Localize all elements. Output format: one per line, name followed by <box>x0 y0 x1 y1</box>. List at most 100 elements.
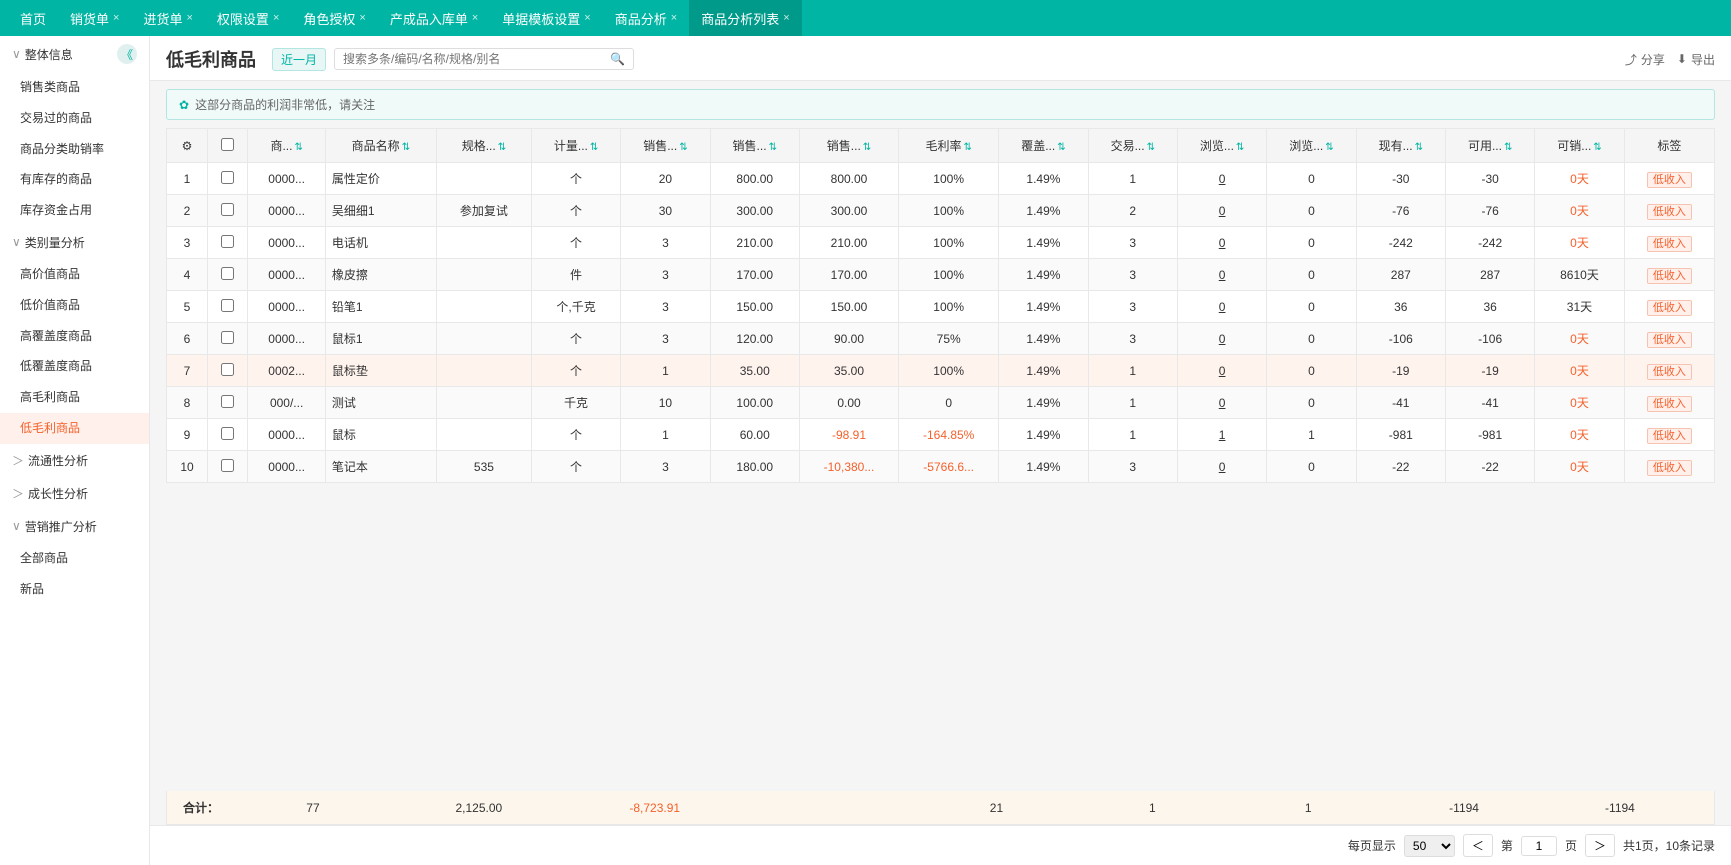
sidebar-item-high-value[interactable]: 高价值商品 <box>0 259 149 290</box>
sidebar-item-all-goods[interactable]: 全部商品 <box>0 543 149 574</box>
cell-name[interactable]: 鼠标垫 <box>325 355 436 387</box>
close-icon[interactable]: × <box>671 12 677 24</box>
col-trade[interactable]: 交易...⇅ <box>1088 129 1177 163</box>
sidebar-item-low-coverage[interactable]: 低覆盖度商品 <box>0 351 149 382</box>
cell-name[interactable]: 吴细细1 <box>325 195 436 227</box>
cell-checkbox[interactable] <box>208 291 248 323</box>
cell-checkbox[interactable] <box>208 227 248 259</box>
search-icon[interactable]: 🔍 <box>610 52 625 66</box>
cell-view1[interactable]: 0 <box>1177 323 1266 355</box>
sidebar-group-category[interactable]: ∨ 类别量分析 <box>0 226 149 259</box>
nav-item-roles[interactable]: 角色授权 × <box>291 0 377 36</box>
col-tag[interactable]: 标签 <box>1624 129 1714 163</box>
page-number-input[interactable] <box>1521 836 1557 856</box>
cell-view1[interactable]: 0 <box>1177 227 1266 259</box>
close-icon[interactable]: × <box>359 12 365 24</box>
row-checkbox[interactable] <box>221 299 234 312</box>
col-checkbox[interactable] <box>208 129 248 163</box>
cell-view1[interactable]: 0 <box>1177 163 1266 195</box>
close-icon[interactable]: × <box>783 12 789 24</box>
row-checkbox[interactable] <box>221 267 234 280</box>
cell-view1[interactable]: 0 <box>1177 195 1266 227</box>
col-sales-qty[interactable]: 销售...⇅ <box>621 129 710 163</box>
col-sales-price[interactable]: 销售...⇅ <box>710 129 799 163</box>
cell-name[interactable]: 笔记本 <box>325 451 436 483</box>
select-all-checkbox[interactable] <box>221 138 234 151</box>
cell-name[interactable]: 鼠标1 <box>325 323 436 355</box>
search-input[interactable] <box>343 52 610 66</box>
sidebar-group-liquidity[interactable]: ＞ 流通性分析 <box>0 444 149 477</box>
nav-item-home[interactable]: 首页 <box>8 0 58 36</box>
nav-item-permissions[interactable]: 权限设置 × <box>205 0 291 36</box>
row-checkbox[interactable] <box>221 331 234 344</box>
col-sellable[interactable]: 可销...⇅ <box>1535 129 1624 163</box>
cell-name[interactable]: 电话机 <box>325 227 436 259</box>
cell-checkbox[interactable] <box>208 419 248 451</box>
cell-name[interactable]: 属性定价 <box>325 163 436 195</box>
nav-item-product-entry[interactable]: 产成品入库单 × <box>378 0 490 36</box>
col-view1[interactable]: 浏览...⇅ <box>1177 129 1266 163</box>
row-checkbox[interactable] <box>221 171 234 184</box>
time-filter-tag[interactable]: 近一月 <box>272 48 326 71</box>
collapse-icon[interactable]: 《 <box>117 44 137 64</box>
col-view2[interactable]: 浏览...⇅ <box>1267 129 1356 163</box>
close-icon[interactable]: × <box>273 12 279 24</box>
cell-view1[interactable]: 0 <box>1177 355 1266 387</box>
row-checkbox[interactable] <box>221 363 234 376</box>
cell-view1[interactable]: 0 <box>1177 259 1266 291</box>
sidebar-item-sales-goods[interactable]: 销售类商品 <box>0 72 149 103</box>
nav-item-analysis-list[interactable]: 商品分析列表 × <box>689 0 801 36</box>
sidebar-group-overall[interactable]: ∨ 整体信息 《 <box>0 36 149 72</box>
close-icon[interactable]: × <box>186 12 192 24</box>
col-coverage[interactable]: 覆盖...⇅ <box>999 129 1088 163</box>
col-sales-profit[interactable]: 销售...⇅ <box>799 129 898 163</box>
nav-item-analysis[interactable]: 商品分析 × <box>603 0 689 36</box>
nav-item-purchase[interactable]: 进货单 × <box>131 0 204 36</box>
row-checkbox[interactable] <box>221 459 234 472</box>
cell-view1[interactable]: 0 <box>1177 291 1266 323</box>
cell-view1[interactable]: 1 <box>1177 419 1266 451</box>
row-checkbox[interactable] <box>221 395 234 408</box>
col-unit[interactable]: 计量...⇅ <box>531 129 620 163</box>
cell-name[interactable]: 鼠标 <box>325 419 436 451</box>
prev-page-button[interactable]: ＜ <box>1463 834 1493 857</box>
close-icon[interactable]: × <box>584 12 590 24</box>
cell-checkbox[interactable] <box>208 323 248 355</box>
cell-checkbox[interactable] <box>208 259 248 291</box>
sidebar-item-new-goods[interactable]: 新品 <box>0 574 149 605</box>
col-spec[interactable]: 规格...⇅ <box>436 129 531 163</box>
col-name[interactable]: 商品名称⇅ <box>325 129 436 163</box>
per-page-select[interactable]: 50 100 200 <box>1404 835 1455 857</box>
sidebar-item-low-value[interactable]: 低价值商品 <box>0 290 149 321</box>
cell-checkbox[interactable] <box>208 451 248 483</box>
cell-view1[interactable]: 0 <box>1177 387 1266 419</box>
col-available[interactable]: 可用...⇅ <box>1445 129 1534 163</box>
cell-checkbox[interactable] <box>208 163 248 195</box>
sidebar-item-low-margin[interactable]: 低毛利商品 <box>0 413 149 444</box>
cell-name[interactable]: 橡皮擦 <box>325 259 436 291</box>
sidebar-item-stock-goods[interactable]: 有库存的商品 <box>0 164 149 195</box>
close-icon[interactable]: × <box>113 12 119 24</box>
cell-view1[interactable]: 0 <box>1177 451 1266 483</box>
share-button[interactable]: ⤴ 分享 <box>1625 51 1665 68</box>
sidebar-group-growth[interactable]: ＞ 成长性分析 <box>0 477 149 510</box>
close-icon[interactable]: × <box>472 12 478 24</box>
row-checkbox[interactable] <box>221 427 234 440</box>
cell-checkbox[interactable] <box>208 195 248 227</box>
cell-checkbox[interactable] <box>208 387 248 419</box>
nav-item-template[interactable]: 单据模板设置 × <box>490 0 602 36</box>
row-checkbox[interactable] <box>221 235 234 248</box>
sidebar-item-traded-goods[interactable]: 交易过的商品 <box>0 103 149 134</box>
sidebar-item-category-rate[interactable]: 商品分类助销率 <box>0 134 149 165</box>
cell-name[interactable]: 测试 <box>325 387 436 419</box>
col-code[interactable]: 商...⇅ <box>248 129 325 163</box>
sidebar-item-high-coverage[interactable]: 高覆盖度商品 <box>0 321 149 352</box>
row-checkbox[interactable] <box>221 203 234 216</box>
settings-icon[interactable]: ⚙ <box>182 139 193 153</box>
export-button[interactable]: ⬇ 导出 <box>1677 51 1715 68</box>
col-gross-rate[interactable]: 毛利率⇅ <box>899 129 999 163</box>
cell-checkbox[interactable] <box>208 355 248 387</box>
nav-item-sales[interactable]: 销货单 × <box>58 0 131 36</box>
sidebar-item-stock-capital[interactable]: 库存资金占用 <box>0 195 149 226</box>
next-page-button[interactable]: ＞ <box>1585 834 1615 857</box>
